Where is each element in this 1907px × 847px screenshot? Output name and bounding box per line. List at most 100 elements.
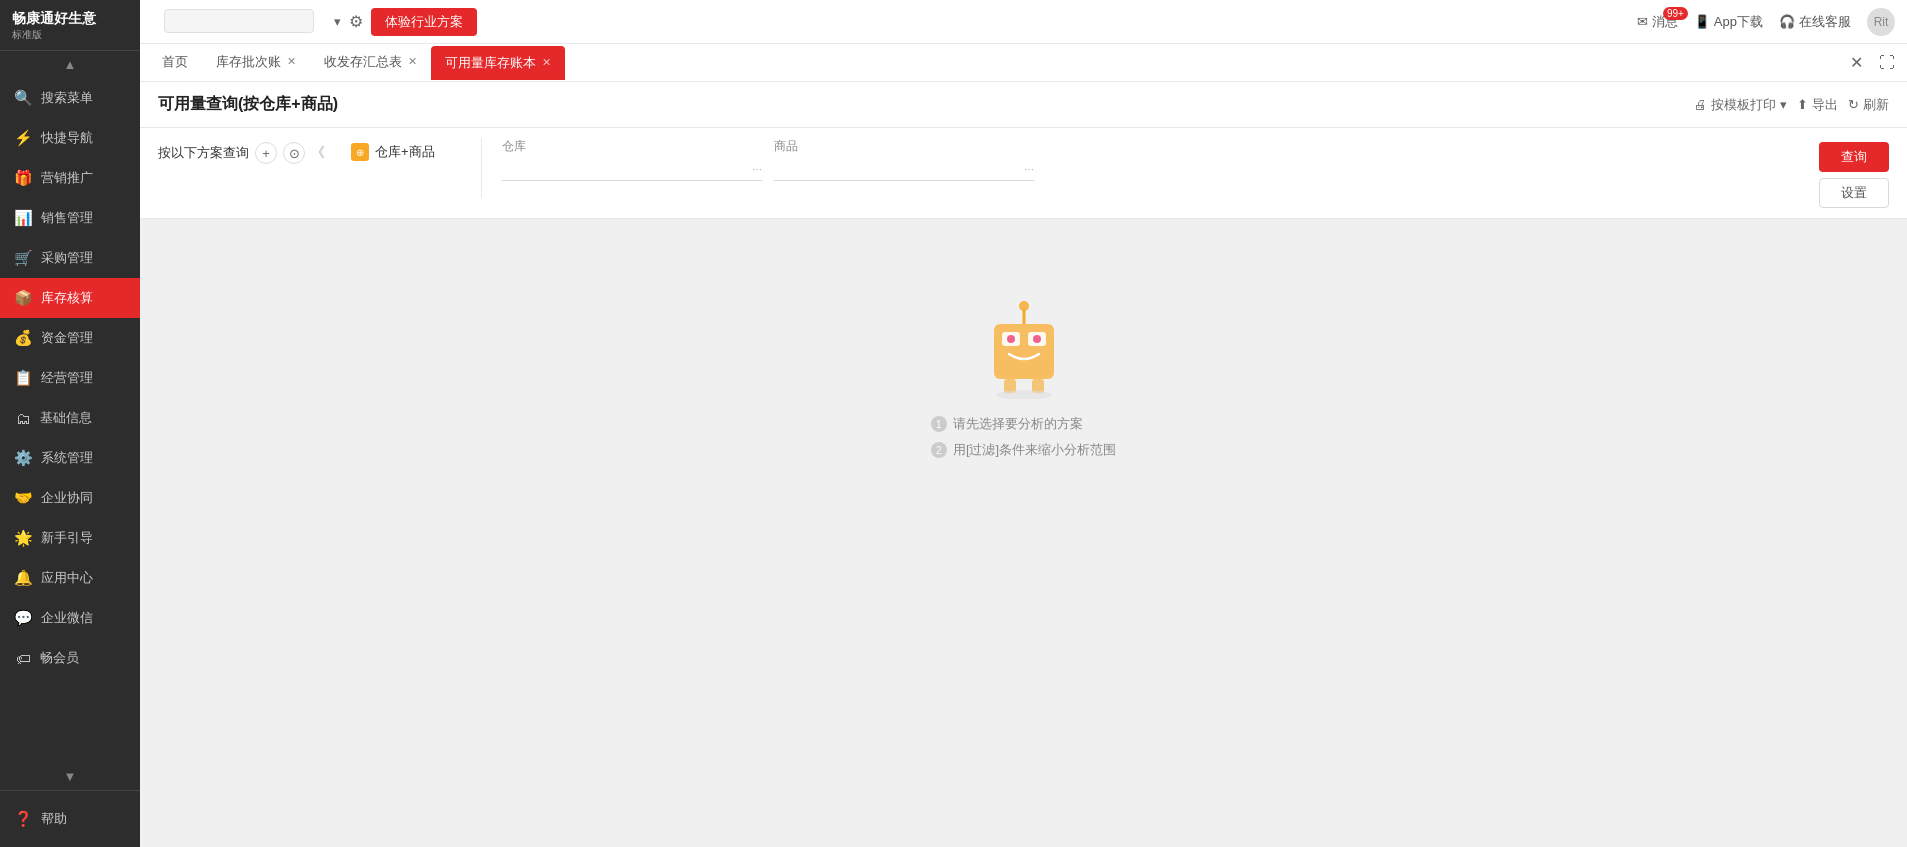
collapse-scheme-button[interactable]: 《 — [311, 144, 325, 162]
settings-button[interactable]: 设置 — [1819, 178, 1889, 208]
scheme-icon: ⊕ — [351, 143, 369, 161]
close-tab-button[interactable]: ✕ — [1846, 49, 1867, 76]
sidebar-item-base[interactable]: 🗂基础信息 — [0, 398, 140, 438]
page-actions: 🖨 按模板打印 ▾ ⬆ 导出 ↻ 刷新 — [1694, 96, 1889, 114]
filter-label: 按以下方案查询 — [158, 138, 249, 162]
sidebar-label-operation: 经营管理 — [41, 369, 93, 387]
sidebar-label-search: 搜索菜单 — [41, 89, 93, 107]
app-edition: 标准版 — [12, 28, 128, 42]
svg-point-4 — [1033, 335, 1041, 343]
tab-home[interactable]: 首页 — [148, 45, 202, 81]
print-dropdown-icon[interactable]: ▾ — [1780, 97, 1787, 112]
marketing-icon: 🎁 — [14, 169, 33, 187]
sidebar-item-marketing[interactable]: 🎁 营销推广 — [0, 158, 140, 198]
hint-text-2: 用[过滤]条件来缩小分析范围 — [953, 441, 1116, 459]
tab-available[interactable]: 可用量库存账本 ✕ — [431, 46, 565, 80]
goods-field: 商品 ··· — [774, 138, 1034, 181]
online-service-item[interactable]: 🎧 在线客服 — [1779, 13, 1851, 31]
sidebar-logo: 畅康通好生意 标准版 — [0, 0, 140, 51]
sidebar-item-newbie[interactable]: 🌟新手引导 — [0, 518, 140, 558]
empty-hints: 1 请先选择要分析的方案 2 用[过滤]条件来缩小分析范围 — [931, 415, 1116, 459]
sidebar-item-purchase[interactable]: 🛒采购管理 — [0, 238, 140, 278]
sidebar-item-search[interactable]: 🔍 搜索菜单 — [0, 78, 140, 118]
header-dropdown-icon[interactable]: ▾ — [334, 14, 341, 29]
warehouse-input[interactable] — [502, 161, 748, 176]
sidebar-scroll-up[interactable]: ▲ — [0, 51, 140, 78]
message-badge: 99+ — [1663, 7, 1688, 20]
add-scheme-button[interactable]: + — [255, 142, 277, 164]
app-download-item[interactable]: 📱 App下载 — [1694, 13, 1763, 31]
warehouse-more-icon[interactable]: ··· — [752, 162, 762, 176]
export-action[interactable]: ⬆ 导出 — [1797, 96, 1838, 114]
search-input[interactable] — [164, 9, 314, 33]
tab-close-batch[interactable]: ✕ — [287, 55, 296, 68]
goods-more-icon[interactable]: ··· — [1024, 162, 1034, 176]
svg-rect-0 — [994, 324, 1054, 379]
sidebar-item-apps[interactable]: 🔔应用中心 — [0, 558, 140, 598]
sidebar-item-sales[interactable]: 📊 销售管理 — [0, 198, 140, 238]
tab-close-summary[interactable]: ✕ — [408, 55, 417, 68]
goods-field-label: 商品 — [774, 138, 1034, 155]
tab-close-available[interactable]: ✕ — [542, 56, 551, 69]
filter-scheme-actions: + ⊙ 《 — [255, 138, 325, 164]
sidebar-item-operation[interactable]: 📋经营管理 — [0, 358, 140, 398]
sidebar-label-base: 基础信息 — [40, 409, 92, 427]
filter-area: 按以下方案查询 + ⊙ 《 ⊕ 仓库+商品 仓库 — [140, 128, 1907, 219]
apps-icon: 🔔 — [14, 569, 33, 587]
edit-scheme-button[interactable]: ⊙ — [283, 142, 305, 164]
tab-batch[interactable]: 库存批次账✕ — [202, 45, 310, 81]
tab-bar: 首页库存批次账✕收发存汇总表✕ 可用量库存账本 ✕ ✕ ⛶ — [140, 44, 1907, 82]
trial-button[interactable]: 体验行业方案 — [371, 8, 477, 36]
scheme-item-warehouse-goods[interactable]: ⊕ 仓库+商品 — [341, 138, 461, 166]
sidebar-menu: 🔍 搜索菜单 ⚡快捷导航 🎁 营销推广 📊 销售管理 🛒采购管理📦库存核算 💰 资金管理 📋经营管理… — [0, 78, 140, 763]
filter-scheme-section: 按以下方案查询 + ⊙ 《 — [158, 138, 325, 164]
online-service-icon: 🎧 — [1779, 14, 1795, 29]
hint-num-1: 1 — [931, 416, 947, 432]
search-icon: 🔍 — [14, 89, 33, 107]
sidebar-label-finance: 资金管理 — [41, 329, 93, 347]
message-icon: ✉ — [1637, 14, 1648, 29]
empty-svg — [964, 279, 1084, 399]
finance-icon: 💰 — [14, 329, 33, 347]
print-template-action[interactable]: 🖨 按模板打印 ▾ — [1694, 96, 1787, 114]
export-icon: ⬆ — [1797, 97, 1808, 112]
filter-actions: 查询 设置 — [1819, 138, 1889, 208]
scheme-label: 仓库+商品 — [375, 143, 435, 161]
sidebar-label-marketing: 营销推广 — [41, 169, 93, 187]
warehouse-field: 仓库 ··· — [502, 138, 762, 181]
sidebar-item-help[interactable]: ❓ 帮助 — [0, 799, 140, 839]
sidebar-label-inventory: 库存核算 — [41, 289, 93, 307]
restore-tab-button[interactable]: ⛶ — [1875, 50, 1899, 76]
user-menu[interactable]: Rit — [1867, 8, 1895, 36]
hint-text-1: 请先选择要分析的方案 — [953, 415, 1083, 433]
sidebar-item-inventory[interactable]: 📦库存核算 — [0, 278, 140, 318]
sales-icon: 📊 — [14, 209, 33, 227]
sidebar-item-system[interactable]: ⚙️系统管理 — [0, 438, 140, 478]
user-name: Rit — [1874, 15, 1889, 29]
app-download-icon: 📱 — [1694, 14, 1710, 29]
avatar: Rit — [1867, 8, 1895, 36]
sidebar-label-sales: 销售管理 — [41, 209, 93, 227]
sidebar-item-shortcut[interactable]: ⚡快捷导航 — [0, 118, 140, 158]
sidebar-scroll-down[interactable]: ▼ — [0, 763, 140, 790]
tab-label-available: 可用量库存账本 — [445, 54, 536, 72]
sidebar-item-member[interactable]: 🏷畅会员 — [0, 638, 140, 678]
sidebar-label-wechat: 企业微信 — [41, 609, 93, 627]
header-gear-icon[interactable]: ⚙ — [349, 12, 363, 31]
refresh-action[interactable]: ↻ 刷新 — [1848, 96, 1889, 114]
goods-input[interactable] — [774, 161, 1020, 176]
tab-bar-actions: ✕ ⛶ — [1846, 49, 1907, 76]
refresh-icon: ↻ — [1848, 97, 1859, 112]
svg-point-3 — [1007, 335, 1015, 343]
query-button[interactable]: 查询 — [1819, 142, 1889, 172]
sidebar-item-wechat[interactable]: 💬企业微信 — [0, 598, 140, 638]
print-icon: 🖨 — [1694, 97, 1707, 112]
top-header: ▾ ⚙ 体验行业方案 ✉ 消息 99+ 📱 App下载 🎧 在线客服 Rit — [140, 0, 1907, 44]
message-item[interactable]: ✉ 消息 99+ — [1637, 13, 1678, 31]
sidebar-help-label: 帮助 — [41, 810, 67, 828]
online-service-label: 在线客服 — [1799, 13, 1851, 31]
warehouse-field-label: 仓库 — [502, 138, 762, 155]
sidebar-item-finance[interactable]: 💰 资金管理 — [0, 318, 140, 358]
sidebar-item-enterprise[interactable]: 🤝企业协同 — [0, 478, 140, 518]
tab-summary[interactable]: 收发存汇总表✕ — [310, 45, 431, 81]
